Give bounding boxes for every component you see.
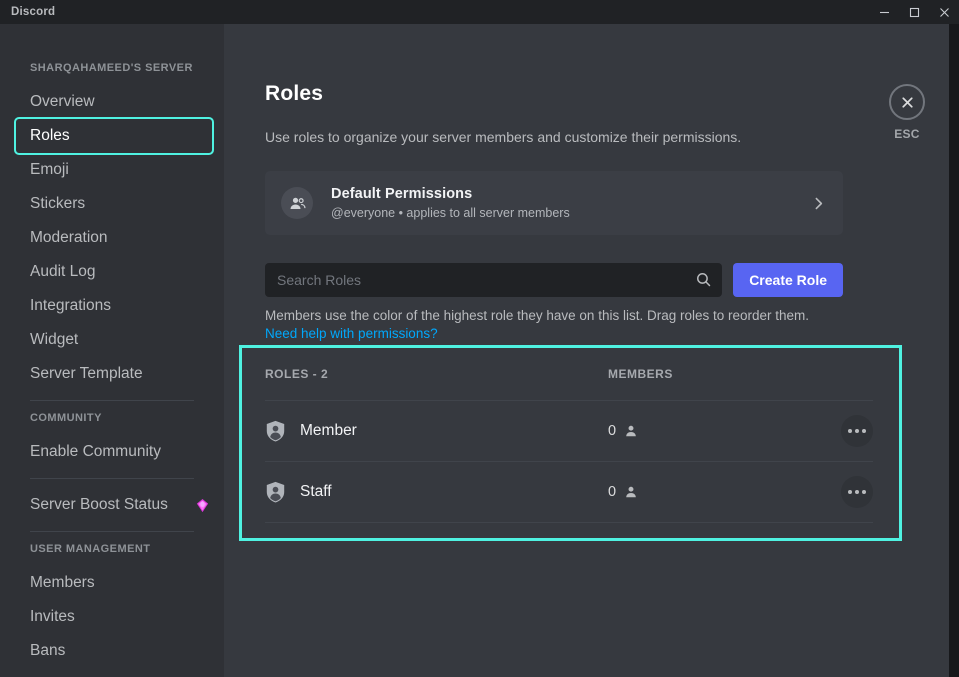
sidebar-item-enable-community[interactable]: Enable Community <box>16 435 212 469</box>
sidebar-item-overview[interactable]: Overview <box>16 85 212 119</box>
sidebar-community-header: COMMUNITY <box>30 412 102 424</box>
sidebar-item-label: Enable Community <box>30 443 161 460</box>
default-permissions-description: @everyone • applies to all server member… <box>331 206 570 220</box>
sidebar-item-label: Integrations <box>30 297 111 314</box>
sidebar-item-server-boost-status[interactable]: Server Boost Status <box>16 488 212 522</box>
role-shield-icon <box>265 420 286 442</box>
chevron-right-icon <box>810 195 827 212</box>
sidebar-item-widget[interactable]: Widget <box>16 323 212 357</box>
sidebar-item-label: Server Template <box>30 365 143 382</box>
person-icon <box>624 485 638 499</box>
sidebar-item-label: Bans <box>30 642 66 659</box>
sidebar-server-header: SHARQAHAMEED'S SERVER <box>30 62 193 74</box>
sidebar-item-invites[interactable]: Invites <box>16 600 212 634</box>
members-icon <box>281 187 313 219</box>
close-button[interactable] <box>929 0 959 24</box>
sidebar-item-label: Roles <box>30 127 70 144</box>
table-row[interactable]: Member 0 <box>265 401 873 461</box>
create-role-button[interactable]: Create Role <box>733 263 843 297</box>
app-title: Discord <box>11 6 56 18</box>
sidebar-item-members[interactable]: Members <box>16 566 212 600</box>
sidebar-item-roles[interactable]: Roles <box>14 117 214 155</box>
roles-table-header: ROLES - 2 MEMBERS <box>265 348 873 400</box>
role-name: Staff <box>300 483 332 500</box>
settings-sidebar: SHARQAHAMEED'S SERVER Overview Roles Emo… <box>0 24 224 677</box>
dot <box>862 490 866 494</box>
close-settings-button[interactable]: ESC <box>877 84 937 141</box>
sidebar-item-stickers[interactable]: Stickers <box>16 187 212 221</box>
column-header-members: MEMBERS <box>608 367 673 381</box>
close-icon <box>889 84 925 120</box>
minimize-button[interactable] <box>869 0 899 24</box>
role-name-cell: Member <box>265 420 608 442</box>
role-member-count-cell: 0 <box>608 423 758 439</box>
dot <box>848 490 852 494</box>
sidebar-divider-3 <box>30 531 194 532</box>
page-title: Roles <box>265 82 324 105</box>
discord-window: Discord SHARQAHAMEED'S SERVER Overview R… <box>0 0 959 677</box>
more-options-icon[interactable] <box>841 476 873 508</box>
role-name: Member <box>300 422 357 439</box>
window-right-edge <box>949 24 959 677</box>
dot <box>862 429 866 433</box>
role-member-count: 0 <box>608 484 617 500</box>
permissions-help-link[interactable]: Need help with permissions? <box>265 326 438 341</box>
sidebar-item-label: Emoji <box>30 161 69 178</box>
sidebar-item-label: Members <box>30 574 95 591</box>
sidebar-item-bans[interactable]: Bans <box>16 634 212 668</box>
default-permissions-title: Default Permissions <box>331 186 473 202</box>
roles-table-inner: ROLES - 2 MEMBERS Member 0 Staff 0 <box>242 348 899 523</box>
role-member-count: 0 <box>608 423 617 439</box>
maximize-button[interactable] <box>899 0 929 24</box>
sidebar-item-server-template[interactable]: Server Template <box>16 357 212 391</box>
sidebar-item-label: Stickers <box>30 195 86 212</box>
roles-page: Roles Use roles to organize your server … <box>224 24 844 343</box>
search-input[interactable] <box>265 272 723 288</box>
roles-table: ROLES - 2 MEMBERS Member 0 Staff 0 <box>239 345 902 541</box>
sidebar-item-label: Server Boost Status <box>30 496 168 513</box>
sidebar-user-management-header: USER MANAGEMENT <box>30 543 151 555</box>
dot <box>848 429 852 433</box>
default-permissions-text: Default Permissions @everyone • applies … <box>331 186 570 220</box>
title-bar: Discord <box>0 0 959 24</box>
window-controls <box>869 0 959 24</box>
sidebar-item-moderation[interactable]: Moderation <box>16 221 212 255</box>
page-subtitle: Use roles to organize your server member… <box>265 129 742 145</box>
role-name-cell: Staff <box>265 481 608 503</box>
sidebar-item-label: Overview <box>30 93 95 110</box>
search-icon[interactable] <box>695 271 712 288</box>
roles-hint-text: Members use the color of the highest rol… <box>265 308 810 323</box>
esc-label: ESC <box>894 127 920 141</box>
sidebar-item-emoji[interactable]: Emoji <box>16 153 212 187</box>
sidebar-item-audit-log[interactable]: Audit Log <box>16 255 212 289</box>
roles-hint: Members use the color of the highest rol… <box>265 307 843 343</box>
sidebar-item-label: Audit Log <box>30 263 96 280</box>
sidebar-divider-2 <box>30 478 194 479</box>
role-shield-icon <box>265 481 286 503</box>
person-icon <box>624 424 638 438</box>
sidebar-item-label: Widget <box>30 331 79 348</box>
table-row[interactable]: Staff 0 <box>265 462 873 522</box>
sidebar-item-label: Moderation <box>30 229 108 246</box>
boost-gem-icon <box>195 498 210 513</box>
sidebar-divider-1 <box>30 400 194 401</box>
sidebar-item-integrations[interactable]: Integrations <box>16 289 212 323</box>
sidebar-item-label: Invites <box>30 608 75 625</box>
column-header-roles: ROLES - 2 <box>265 367 329 381</box>
default-permissions-card[interactable]: Default Permissions @everyone • applies … <box>265 171 843 235</box>
row-separator <box>265 522 873 523</box>
dot <box>855 429 859 433</box>
role-member-count-cell: 0 <box>608 484 758 500</box>
search-box[interactable] <box>265 263 723 297</box>
dot <box>855 490 859 494</box>
more-options-icon[interactable] <box>841 415 873 447</box>
roles-search-row: Create Role <box>265 263 843 297</box>
